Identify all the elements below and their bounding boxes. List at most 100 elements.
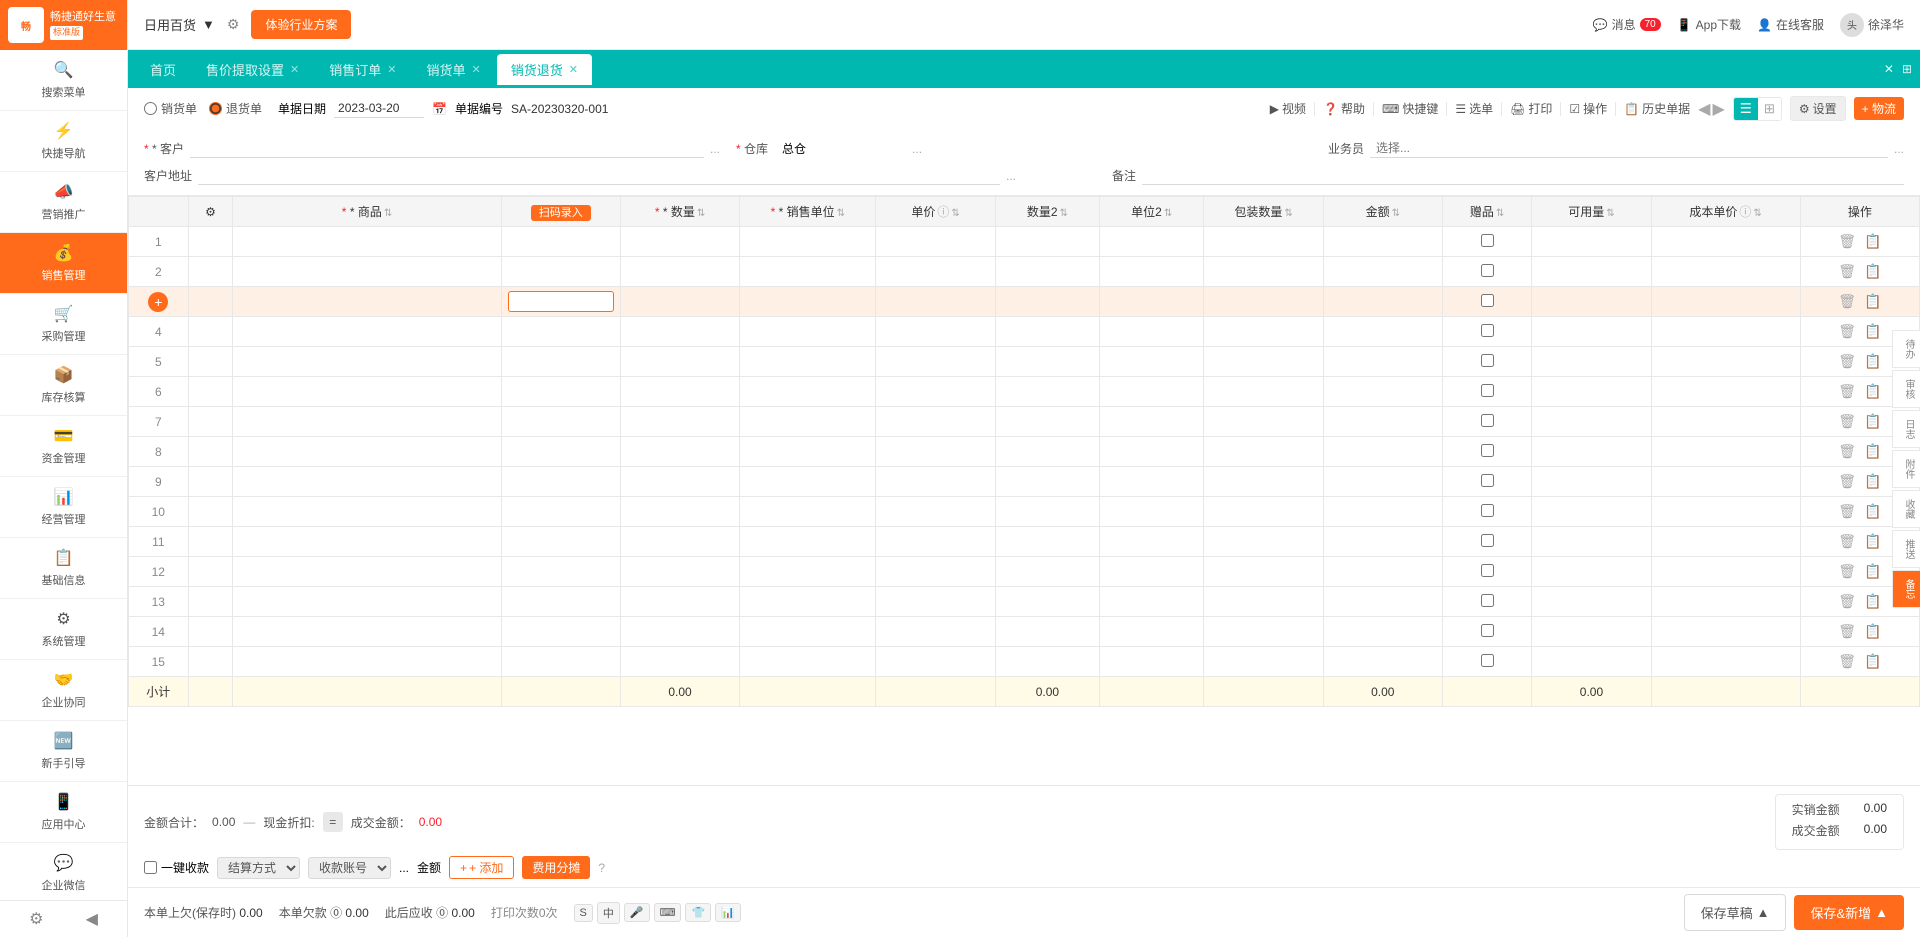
sidebar-settings-icon[interactable]: ⚙: [29, 909, 43, 929]
fee-help-icon[interactable]: ?: [598, 861, 605, 875]
gift-checkbox-13[interactable]: [1481, 594, 1494, 607]
cell-12-gift[interactable]: [1442, 557, 1531, 587]
history-button[interactable]: 📋 历史单据: [1624, 100, 1690, 117]
sidebar-item-1[interactable]: ⚡快捷导航: [0, 111, 127, 172]
address-input[interactable]: [198, 166, 1000, 185]
online-service-button[interactable]: 👤 在线客服: [1757, 16, 1824, 33]
col-sort-available[interactable]: ⇅: [1606, 208, 1614, 219]
address-dots[interactable]: ...: [1006, 169, 1016, 183]
delete-row-13-icon[interactable]: 🗑: [1838, 593, 1856, 610]
delete-row-8-icon[interactable]: 🗑: [1838, 443, 1856, 460]
copy-row-14-icon[interactable]: 📋: [1864, 623, 1881, 640]
gift-checkbox-7[interactable]: [1481, 414, 1494, 427]
gift-checkbox-10[interactable]: [1481, 504, 1494, 517]
delete-row-7-icon[interactable]: 🗑: [1838, 413, 1856, 430]
cell-9-gift[interactable]: [1442, 467, 1531, 497]
copy-row-3-icon[interactable]: 📋: [1864, 293, 1881, 310]
copy-row-6-icon[interactable]: 📋: [1864, 383, 1881, 400]
scan-input-button[interactable]: 扫码录入: [531, 205, 591, 221]
message-button[interactable]: 💬 消息 70: [1593, 16, 1661, 33]
delete-row-10-icon[interactable]: 🗑: [1838, 503, 1856, 520]
cell-11-gift[interactable]: [1442, 527, 1531, 557]
next-arrow-icon[interactable]: ▶: [1712, 99, 1724, 119]
save-new-button[interactable]: 保存&新增 ▲: [1794, 895, 1904, 930]
copy-row-11-icon[interactable]: 📋: [1864, 533, 1881, 550]
right-tool-3[interactable]: 附件: [1892, 450, 1920, 488]
sidebar-item-11[interactable]: 🆕新手引导: [0, 721, 127, 782]
delete-row-3-icon[interactable]: 🗑: [1838, 293, 1856, 310]
cell-3-gift[interactable]: [1442, 287, 1531, 317]
scan-input-field-3[interactable]: [508, 291, 614, 312]
add-payment-button[interactable]: + + 添加: [449, 856, 514, 879]
app-download-button[interactable]: 📱 App下载: [1677, 16, 1741, 33]
copy-row-2-icon[interactable]: 📋: [1864, 263, 1881, 280]
tab-1[interactable]: 售价提取设置✕: [192, 54, 313, 85]
customer-input[interactable]: [190, 139, 704, 158]
one-click-payment-checkbox[interactable]: [144, 861, 157, 874]
col-sort-pack_qty[interactable]: ⇅: [1284, 208, 1292, 219]
add-row-button[interactable]: +: [148, 292, 168, 312]
video-button[interactable]: ▶ 视频: [1270, 100, 1306, 117]
right-tool-4[interactable]: 收藏: [1892, 490, 1920, 528]
col-sort-quantity[interactable]: ⇅: [697, 208, 705, 219]
delete-row-5-icon[interactable]: 🗑: [1838, 353, 1856, 370]
fee-split-button[interactable]: 费用分摊: [522, 856, 590, 879]
right-tool-6[interactable]: 备忘: [1892, 570, 1920, 608]
sidebar-item-6[interactable]: 💳资金管理: [0, 416, 127, 477]
copy-row-9-icon[interactable]: 📋: [1864, 473, 1881, 490]
col-sort-amount[interactable]: ⇅: [1392, 208, 1400, 219]
calculate-button[interactable]: =: [323, 812, 343, 832]
sidebar-item-3[interactable]: 💰销售管理: [0, 233, 127, 294]
save-draft-button[interactable]: 保存草稿 ▲: [1684, 894, 1787, 931]
copy-row-10-icon[interactable]: 📋: [1864, 503, 1881, 520]
col-sort-quantity2[interactable]: ⇅: [1060, 208, 1068, 219]
sidebar-collapse-icon[interactable]: ◀: [86, 909, 98, 929]
cell-1-gift[interactable]: [1442, 227, 1531, 257]
sidebar-item-5[interactable]: 📦库存核算: [0, 355, 127, 416]
cell-2-gift[interactable]: [1442, 257, 1531, 287]
tab-close-1[interactable]: ✕: [290, 63, 299, 76]
gift-checkbox-12[interactable]: [1481, 564, 1494, 577]
sales-doc-radio[interactable]: 销货单: [144, 100, 197, 117]
remarks-input[interactable]: [1142, 166, 1904, 185]
sidebar-item-13[interactable]: 💬企业微信: [0, 843, 127, 900]
print-button[interactable]: 🖨 打印: [1510, 100, 1552, 117]
sidebar-item-8[interactable]: 📋基础信息: [0, 538, 127, 599]
sidebar-item-12[interactable]: 📱应用中心: [0, 782, 127, 843]
settle-method-select[interactable]: 结算方式: [217, 857, 300, 879]
cell-8-gift[interactable]: [1442, 437, 1531, 467]
trial-button[interactable]: 体验行业方案: [251, 10, 351, 39]
delete-row-12-icon[interactable]: 🗑: [1838, 563, 1856, 580]
copy-row-15-icon[interactable]: 📋: [1864, 653, 1881, 670]
tab-close-window-icon[interactable]: ✕: [1884, 62, 1894, 76]
salesperson-dots[interactable]: ...: [1894, 142, 1904, 156]
col-settings-gear-icon[interactable]: ⚙: [205, 205, 216, 219]
tab-close-4[interactable]: ✕: [569, 63, 578, 76]
right-tool-1[interactable]: 审核: [1892, 370, 1920, 408]
gift-checkbox-1[interactable]: [1481, 234, 1494, 247]
delete-row-9-icon[interactable]: 🗑: [1838, 473, 1856, 490]
tab-close-2[interactable]: ✕: [387, 63, 396, 76]
cell-7-gift[interactable]: [1442, 407, 1531, 437]
sidebar-item-9[interactable]: ⚙系统管理: [0, 599, 127, 660]
tab-maximize-icon[interactable]: ⊞: [1902, 62, 1912, 76]
right-tool-5[interactable]: 推送: [1892, 530, 1920, 568]
gift-checkbox-5[interactable]: [1481, 354, 1494, 367]
delete-row-4-icon[interactable]: 🗑: [1838, 323, 1856, 340]
prev-arrow-icon[interactable]: ◀: [1698, 99, 1710, 119]
daily-goods-selector[interactable]: 日用百货 ▼: [144, 15, 215, 34]
cell-10-gift[interactable]: [1442, 497, 1531, 527]
delete-row-1-icon[interactable]: 🗑: [1838, 233, 1856, 250]
settings-button[interactable]: ⚙ 设置: [1790, 96, 1846, 121]
customer-dots[interactable]: ...: [710, 142, 720, 156]
copy-row-8-icon[interactable]: 📋: [1864, 443, 1881, 460]
delete-row-2-icon[interactable]: 🗑: [1838, 263, 1856, 280]
copy-row-13-icon[interactable]: 📋: [1864, 593, 1881, 610]
warehouse-dots[interactable]: ...: [912, 142, 922, 156]
cell-15-gift[interactable]: [1442, 647, 1531, 677]
help-button[interactable]: ❓ 帮助: [1323, 100, 1365, 117]
gift-checkbox-2[interactable]: [1481, 264, 1494, 277]
tab-0[interactable]: 首页: [136, 54, 190, 85]
tab-3[interactable]: 销货单✕: [412, 54, 494, 85]
calendar-icon[interactable]: 📅: [432, 102, 447, 116]
